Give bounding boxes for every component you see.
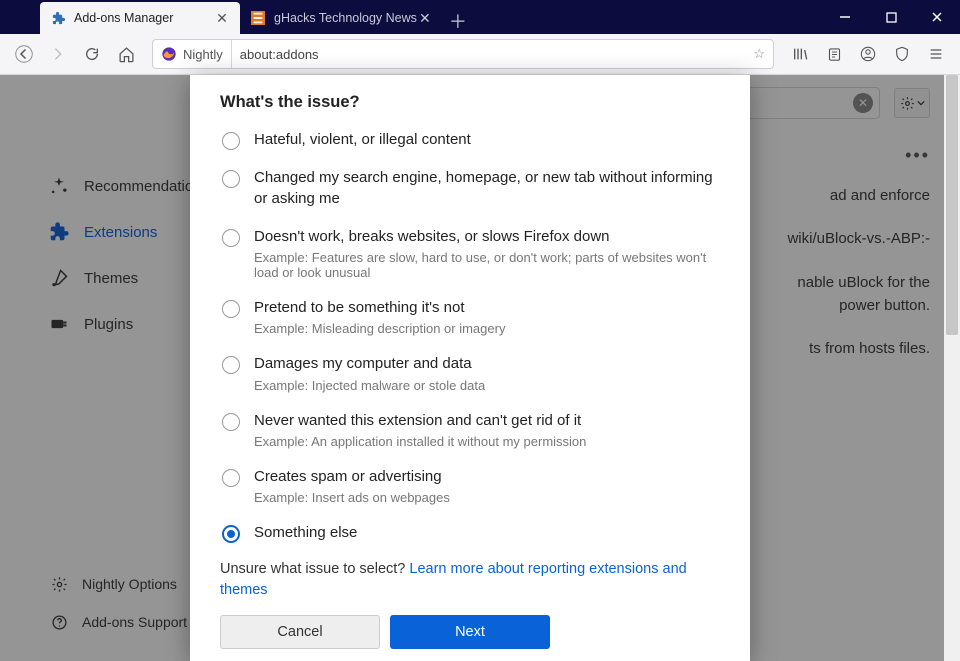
tab-label: Add-ons Manager: [74, 11, 214, 25]
tab-strip: Add-ons Manager ✕ gHacks Technology News…: [0, 0, 473, 34]
tab-ghacks[interactable]: gHacks Technology News ✕: [240, 2, 443, 34]
option-label: Damages my computer and data: [254, 354, 485, 374]
shield-icon[interactable]: [886, 38, 918, 70]
close-window-button[interactable]: [914, 0, 960, 34]
issue-option[interactable]: Never wanted this extension and can't ge…: [222, 411, 720, 449]
url-bar[interactable]: Nightly about:addons ☆: [152, 39, 774, 69]
close-icon[interactable]: ✕: [417, 10, 433, 26]
reload-button[interactable]: [76, 38, 108, 70]
menu-button[interactable]: [920, 38, 952, 70]
new-tab-button[interactable]: ＋: [443, 8, 473, 34]
unsure-help: Unsure what issue to select? Learn more …: [220, 559, 720, 601]
window-controls: [822, 0, 960, 34]
radio-icon[interactable]: [222, 132, 240, 150]
bookmark-star-icon[interactable]: ☆: [753, 46, 765, 62]
titlebar: Add-ons Manager ✕ gHacks Technology News…: [0, 0, 960, 34]
next-button[interactable]: Next: [390, 615, 550, 649]
issue-option[interactable]: Pretend to be something it's not Example:…: [222, 298, 720, 336]
issue-option[interactable]: Changed my search engine, homepage, or n…: [222, 168, 720, 209]
library-button[interactable]: [784, 38, 816, 70]
radio-icon[interactable]: [222, 469, 240, 487]
cancel-button[interactable]: Cancel: [220, 615, 380, 649]
radio-icon[interactable]: [222, 170, 240, 188]
radio-icon[interactable]: [222, 413, 240, 431]
forward-button[interactable]: [42, 38, 74, 70]
option-label: Something else: [254, 523, 357, 543]
scrollbar-thumb[interactable]: [946, 75, 958, 335]
tab-addons-manager[interactable]: Add-ons Manager ✕: [40, 2, 240, 34]
option-example: Example: An application installed it wit…: [254, 434, 586, 449]
back-button[interactable]: [8, 38, 40, 70]
vertical-scrollbar[interactable]: [944, 75, 960, 661]
issue-options: Hateful, violent, or illegal content Chan…: [220, 130, 720, 555]
home-button[interactable]: [110, 38, 142, 70]
nav-toolbar: Nightly about:addons ☆: [0, 34, 960, 75]
option-label: Doesn't work, breaks websites, or slows …: [254, 227, 720, 247]
firefox-icon: [161, 46, 177, 62]
identity-label: Nightly: [183, 47, 223, 62]
reader-button[interactable]: [818, 38, 850, 70]
radio-icon[interactable]: [222, 300, 240, 318]
option-example: Example: Features are slow, hard to use,…: [254, 250, 720, 280]
option-label: Pretend to be something it's not: [254, 298, 505, 318]
report-abuse-dialog: What's the issue? Hateful, violent, or i…: [190, 75, 750, 661]
radio-icon[interactable]: [222, 356, 240, 374]
issue-option[interactable]: Damages my computer and data Example: Inj…: [222, 354, 720, 392]
content-area: Recommendations Extensions Themes Plugin…: [0, 75, 960, 661]
radio-icon[interactable]: [222, 525, 240, 543]
option-label: Never wanted this extension and can't ge…: [254, 411, 586, 431]
identity-box[interactable]: Nightly: [161, 40, 232, 68]
unsure-text: Unsure what issue to select?: [220, 561, 409, 577]
dialog-heading: What's the issue?: [220, 93, 720, 112]
option-label: Creates spam or advertising: [254, 467, 450, 487]
account-button[interactable]: [852, 38, 884, 70]
option-example: Example: Injected malware or stole data: [254, 378, 485, 393]
issue-option[interactable]: Doesn't work, breaks websites, or slows …: [222, 227, 720, 280]
option-example: Example: Misleading description or image…: [254, 321, 505, 336]
maximize-button[interactable]: [868, 0, 914, 34]
radio-icon[interactable]: [222, 229, 240, 247]
option-label: Changed my search engine, homepage, or n…: [254, 168, 720, 209]
option-example: Example: Insert ads on webpages: [254, 490, 450, 505]
puzzle-icon: [50, 10, 66, 26]
tab-label: gHacks Technology News: [274, 11, 417, 25]
ghacks-favicon: [250, 10, 266, 26]
issue-option[interactable]: Hateful, violent, or illegal content: [222, 130, 720, 150]
issue-option[interactable]: Creates spam or advertising Example: Inse…: [222, 467, 720, 505]
close-icon[interactable]: ✕: [214, 10, 230, 26]
url-text: about:addons: [232, 47, 754, 62]
option-label: Hateful, violent, or illegal content: [254, 130, 471, 150]
minimize-button[interactable]: [822, 0, 868, 34]
issue-option[interactable]: Something else: [222, 523, 720, 543]
